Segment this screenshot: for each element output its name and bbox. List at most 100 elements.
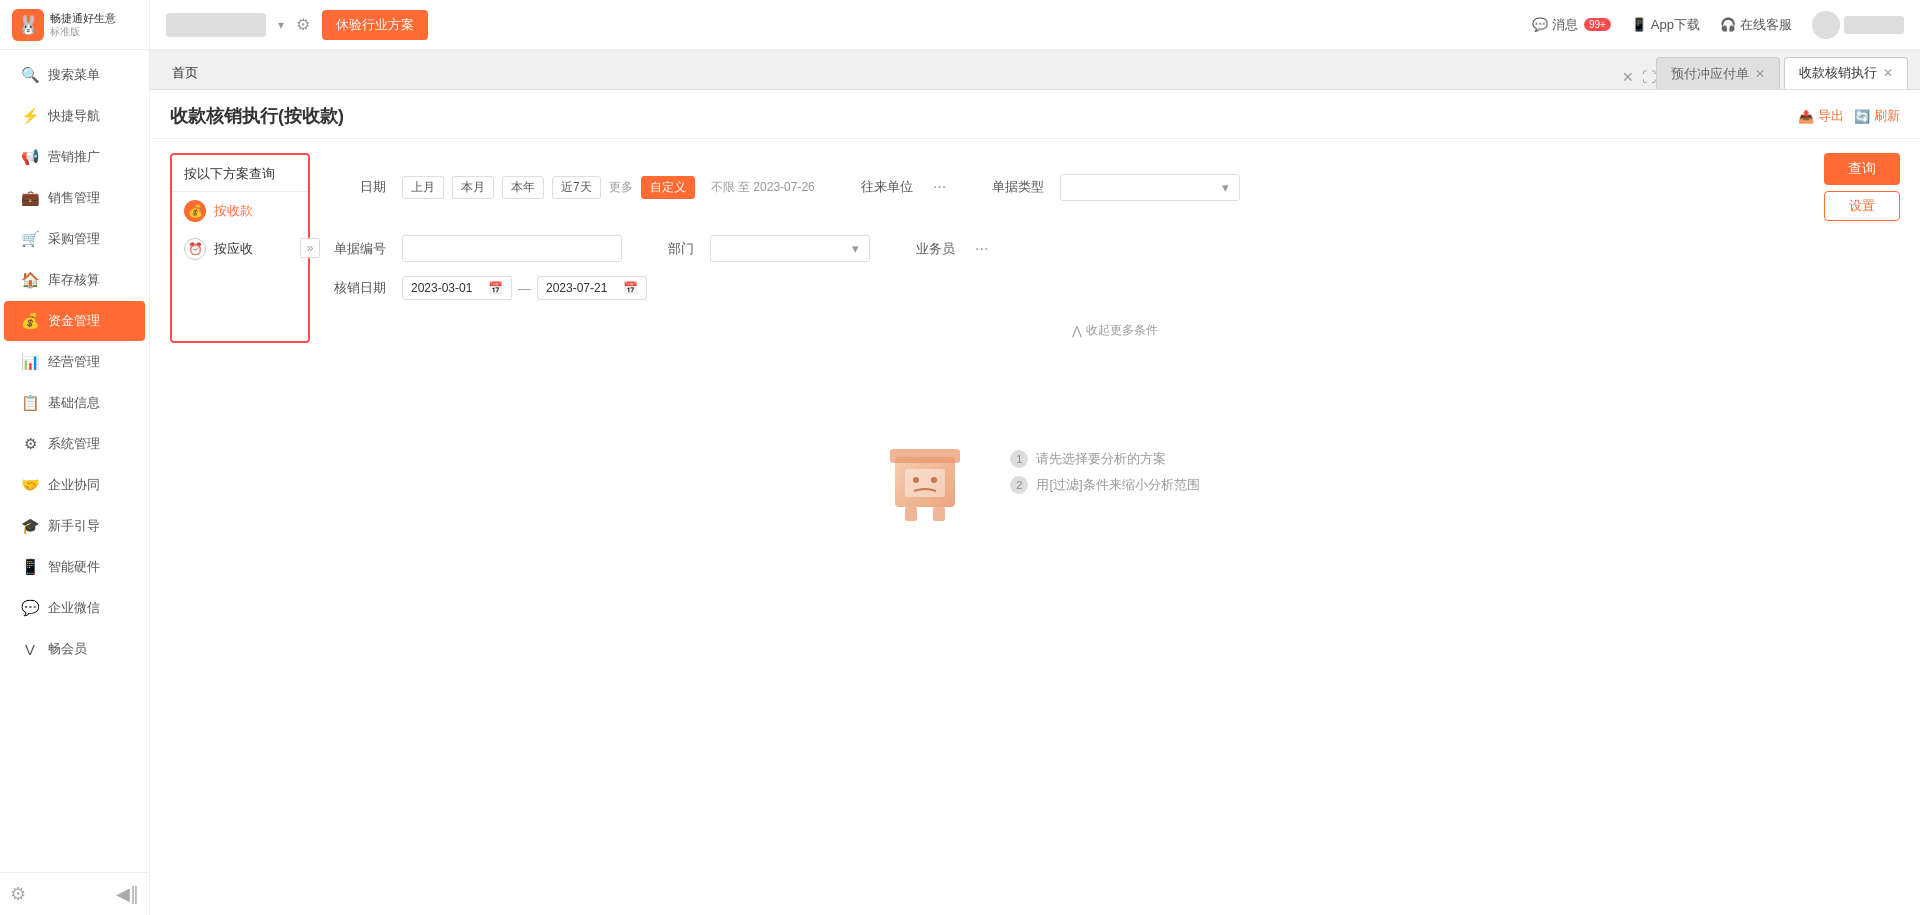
nav-icon-9: ⚙ (20, 434, 40, 454)
partner-more-dots[interactable]: ··· (933, 178, 946, 196)
sidebar-item-采购管理[interactable]: 🛒采购管理 (4, 219, 145, 259)
sidebar-item-库存核算[interactable]: 🏠库存核算 (4, 260, 145, 300)
empty-state: 1 请先选择要分析的方案 2 用[过滤]条件来缩小分析范围 (150, 357, 1920, 587)
filter-main: 日期 上月 本月 本年 近7天 更多 自定义 不限 至 2023-07-26 往… (330, 153, 1900, 343)
nav-icon-11: 🎓 (20, 516, 40, 536)
sidebar-item-销售管理[interactable]: 💼销售管理 (4, 178, 145, 218)
online-service-item[interactable]: 🎧 在线客服 (1720, 16, 1792, 34)
filter-row-2: 单据编号 部门 ▾ 业务员 ··· (330, 235, 1900, 262)
staff-label: 业务员 (916, 240, 955, 258)
step-num-1: 1 (1010, 450, 1028, 468)
tab-bar: 首页 预付冲应付单✕收款核销执行✕ ✕ ⛶ (150, 50, 1920, 90)
svg-point-4 (931, 477, 937, 483)
topbar-gear-icon[interactable]: ⚙ (296, 15, 310, 34)
tab-1[interactable]: 预付冲应付单✕ (1656, 57, 1780, 89)
sidebar-item-资金管理[interactable]: 💰资金管理 (4, 301, 145, 341)
page-title: 收款核销执行(按收款) (170, 104, 344, 128)
doc-number-label: 单据编号 (330, 240, 386, 258)
staff-more-dots[interactable]: ··· (975, 240, 988, 258)
calendar-icon-end: 📅 (623, 281, 638, 295)
header-actions: 📤 导出 🔄 刷新 (1798, 107, 1900, 125)
dept-select[interactable]: ▾ (710, 235, 870, 262)
collapse-up-icon: ⋀ (1072, 324, 1082, 338)
svg-rect-2 (905, 469, 945, 497)
collapse-sidebar-icon[interactable]: ◀‖ (116, 883, 139, 905)
sidebar-nav: 🔍搜索菜单⚡快捷导航📢营销推广💼销售管理🛒采购管理🏠库存核算💰资金管理📊经营管理… (0, 50, 149, 872)
sidebar-item-新手引导[interactable]: 🎓新手引导 (4, 506, 145, 546)
doc-number-input[interactable] (402, 235, 622, 262)
user-name (1844, 16, 1904, 34)
nav-icon-1: ⚡ (20, 106, 40, 126)
nav-icon-8: 📋 (20, 393, 40, 413)
sidebar-item-基础信息[interactable]: 📋基础信息 (4, 383, 145, 423)
sidebar-item-畅会员[interactable]: V畅会员 (4, 629, 145, 669)
sidebar-bottom: ⚙ ◀‖ (0, 872, 149, 915)
date-label: 日期 (330, 178, 386, 196)
nav-icon-2: 📢 (20, 147, 40, 167)
app-download-item[interactable]: 📱 App下载 (1631, 16, 1700, 34)
tab-close-1[interactable]: ✕ (1755, 67, 1765, 81)
query-button[interactable]: 查询 (1824, 153, 1900, 185)
messages-item[interactable]: 💬 消息 99+ (1532, 16, 1611, 34)
date-this-year[interactable]: 本年 (502, 176, 544, 199)
filter-option-by-receipt[interactable]: 💰 按收款 (172, 192, 308, 230)
empty-illustration (870, 417, 980, 527)
content-inner: 收款核销执行(按收款) 📤 导出 🔄 刷新 按以下方案查询 (150, 90, 1920, 915)
date-last-month[interactable]: 上月 (402, 176, 444, 199)
topbar: ▾ ⚙ 休验行业方案 💬 消息 99+ 📱 App下载 🎧 在线客服 (150, 0, 1920, 50)
sidebar-item-企业协同[interactable]: 🤝企业协同 (4, 465, 145, 505)
app-icon: 📱 (1631, 17, 1647, 32)
tab-close-2[interactable]: ✕ (1883, 66, 1893, 80)
empty-step-1: 1 请先选择要分析的方案 (1010, 450, 1166, 468)
chevron-down-icon: ▾ (1222, 180, 1229, 195)
expand-window-icon[interactable]: ⛶ (1642, 69, 1656, 85)
doc-type-label: 单据类型 (992, 178, 1044, 196)
filter-actions: 查询 设置 (1824, 153, 1900, 221)
empty-step-2: 2 用[过滤]条件来缩小分析范围 (1010, 476, 1199, 494)
svg-rect-5 (905, 507, 917, 521)
user-area[interactable] (1812, 11, 1904, 39)
filter-area: 按以下方案查询 💰 按收款 ⏰ 按应收 » 日期 (150, 139, 1920, 357)
message-icon: 💬 (1532, 17, 1548, 32)
sidebar: 🐰 畅捷通好生意 标准版 🔍搜索菜单⚡快捷导航📢营销推广💼销售管理🛒采购管理🏠库… (0, 0, 150, 915)
svg-rect-1 (890, 449, 960, 463)
export-button[interactable]: 📤 导出 (1798, 107, 1844, 125)
nav-icon-12: 📱 (20, 557, 40, 577)
sidebar-item-搜索菜单[interactable]: 🔍搜索菜单 (4, 55, 145, 95)
date-nolimit: 不限 至 2023-07-26 (711, 179, 815, 196)
doc-type-select[interactable]: ▾ (1060, 174, 1240, 201)
step-num-2: 2 (1010, 476, 1028, 494)
filter-sidebar-collapse[interactable]: » (300, 238, 320, 258)
filter-sidebar: 按以下方案查询 💰 按收款 ⏰ 按应收 » (170, 153, 310, 343)
topbar-chevron-icon[interactable]: ▾ (278, 18, 284, 32)
dept-chevron-icon: ▾ (852, 241, 859, 256)
date-this-month[interactable]: 本月 (452, 176, 494, 199)
sidebar-item-系统管理[interactable]: ⚙系统管理 (4, 424, 145, 464)
settings-icon[interactable]: ⚙ (10, 883, 26, 905)
receivable-icon: ⏰ (184, 238, 206, 260)
verify-date-start-input[interactable]: 2023-03-01 📅 (402, 276, 512, 300)
sidebar-item-企业微信[interactable]: 💬企业微信 (4, 588, 145, 628)
tab-0[interactable]: 首页 (158, 57, 212, 89)
filter-option-by-receivable[interactable]: ⏰ 按应收 (172, 230, 308, 268)
nav-icon-5: 🏠 (20, 270, 40, 290)
nav-icon-7: 📊 (20, 352, 40, 372)
industry-button[interactable]: 休验行业方案 (322, 10, 428, 40)
date-custom[interactable]: 自定义 (641, 176, 695, 199)
sidebar-item-经营管理[interactable]: 📊经营管理 (4, 342, 145, 382)
nav-icon-13: 💬 (20, 598, 40, 618)
refresh-button[interactable]: 🔄 刷新 (1854, 107, 1900, 125)
tab-2[interactable]: 收款核销执行✕ (1784, 57, 1908, 89)
nav-icon-14: V (20, 639, 40, 659)
date-more[interactable]: 更多 (609, 179, 633, 196)
avatar (1812, 11, 1840, 39)
sidebar-item-营销推广[interactable]: 📢营销推广 (4, 137, 145, 177)
sidebar-item-快捷导航[interactable]: ⚡快捷导航 (4, 96, 145, 136)
verify-date-end-input[interactable]: 2023-07-21 📅 (537, 276, 647, 300)
settings-button[interactable]: 设置 (1824, 191, 1900, 221)
close-window-icon[interactable]: ✕ (1622, 69, 1634, 85)
filter-row-3: 核销日期 2023-03-01 📅 — 2023-07-21 📅 (330, 276, 1900, 300)
collapse-conditions-btn[interactable]: ⋀ 收起更多条件 (330, 318, 1900, 343)
date-7days[interactable]: 近7天 (552, 176, 601, 199)
sidebar-item-智能硬件[interactable]: 📱智能硬件 (4, 547, 145, 587)
